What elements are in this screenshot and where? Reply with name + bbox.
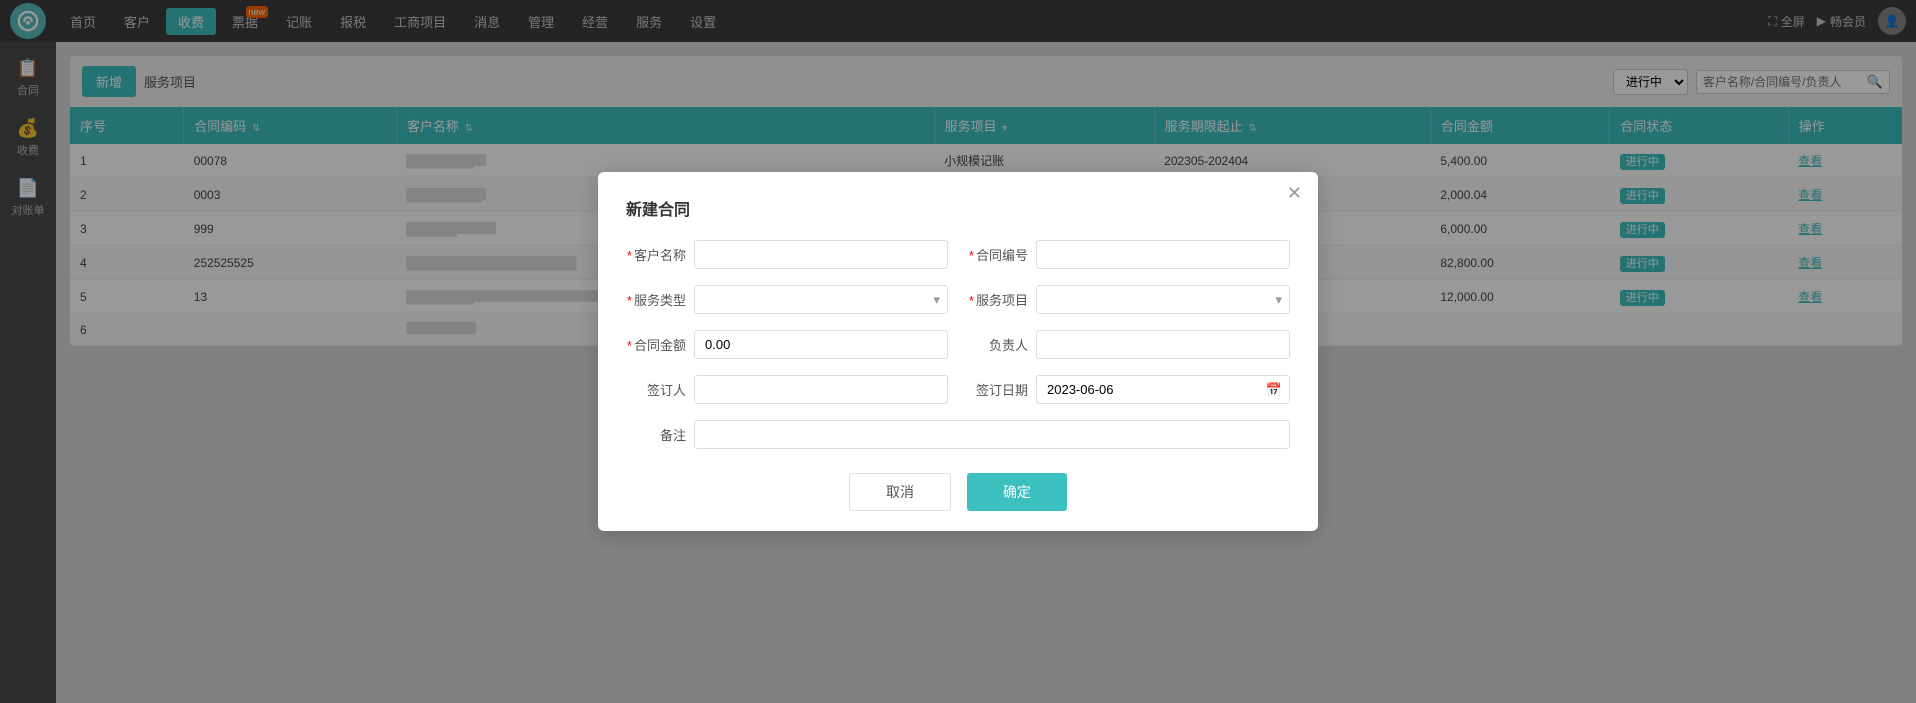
form-group-service-item: *服务项目 xyxy=(968,285,1290,314)
form-group-service-type: *服务类型 xyxy=(626,285,948,314)
form-group-contract-no: *合同编号 xyxy=(968,240,1290,269)
remark-label: 备注 xyxy=(626,425,686,444)
confirm-button[interactable]: 确定 xyxy=(967,473,1067,511)
client-name-label: *客户名称 xyxy=(626,245,686,264)
signer-input[interactable] xyxy=(694,375,948,404)
remark-input[interactable] xyxy=(694,420,1290,449)
service-item-select[interactable] xyxy=(1036,285,1290,314)
service-type-select-wrap xyxy=(694,285,948,314)
sign-date-label: 签订日期 xyxy=(968,380,1028,399)
service-item-label: *服务项目 xyxy=(968,290,1028,309)
contract-no-input[interactable] xyxy=(1036,240,1290,269)
form-group-amount: *合同金额 xyxy=(626,330,948,359)
modal-footer: 取消 确定 xyxy=(626,473,1290,511)
new-contract-modal: ✕ 新建合同 *客户名称 *合同编号 *服务类型 xyxy=(598,172,1318,531)
amount-label: *合同金额 xyxy=(626,335,686,354)
form-group-responsible: 负责人 xyxy=(968,330,1290,359)
sign-date-input[interactable] xyxy=(1036,375,1290,404)
client-name-input[interactable] xyxy=(694,240,948,269)
form-group-client-name: *客户名称 xyxy=(626,240,948,269)
calendar-icon[interactable]: 📅 xyxy=(1266,382,1282,398)
form-group-remark: 备注 xyxy=(626,420,1290,449)
form-row-2: *服务类型 *服务项目 xyxy=(626,285,1290,314)
form-row-5: 备注 xyxy=(626,420,1290,449)
modal-title: 新建合同 xyxy=(626,196,1290,220)
cancel-button[interactable]: 取消 xyxy=(849,473,951,511)
amount-input[interactable] xyxy=(694,330,948,359)
modal-close-button[interactable]: ✕ xyxy=(1287,184,1302,202)
form-row-1: *客户名称 *合同编号 xyxy=(626,240,1290,269)
sign-date-wrap: 📅 xyxy=(1036,375,1290,404)
contract-no-label: *合同编号 xyxy=(968,245,1028,264)
service-type-label: *服务类型 xyxy=(626,290,686,309)
form-row-4: 签订人 签订日期 📅 xyxy=(626,375,1290,404)
signer-label: 签订人 xyxy=(626,380,686,399)
form-row-3: *合同金额 负责人 xyxy=(626,330,1290,359)
modal-overlay: ✕ 新建合同 *客户名称 *合同编号 *服务类型 xyxy=(0,0,1916,703)
form-group-signer: 签订人 xyxy=(626,375,948,404)
service-item-select-wrap xyxy=(1036,285,1290,314)
responsible-input[interactable] xyxy=(1036,330,1290,359)
responsible-label: 负责人 xyxy=(968,335,1028,354)
form-group-sign-date: 签订日期 📅 xyxy=(968,375,1290,404)
service-type-select[interactable] xyxy=(694,285,948,314)
